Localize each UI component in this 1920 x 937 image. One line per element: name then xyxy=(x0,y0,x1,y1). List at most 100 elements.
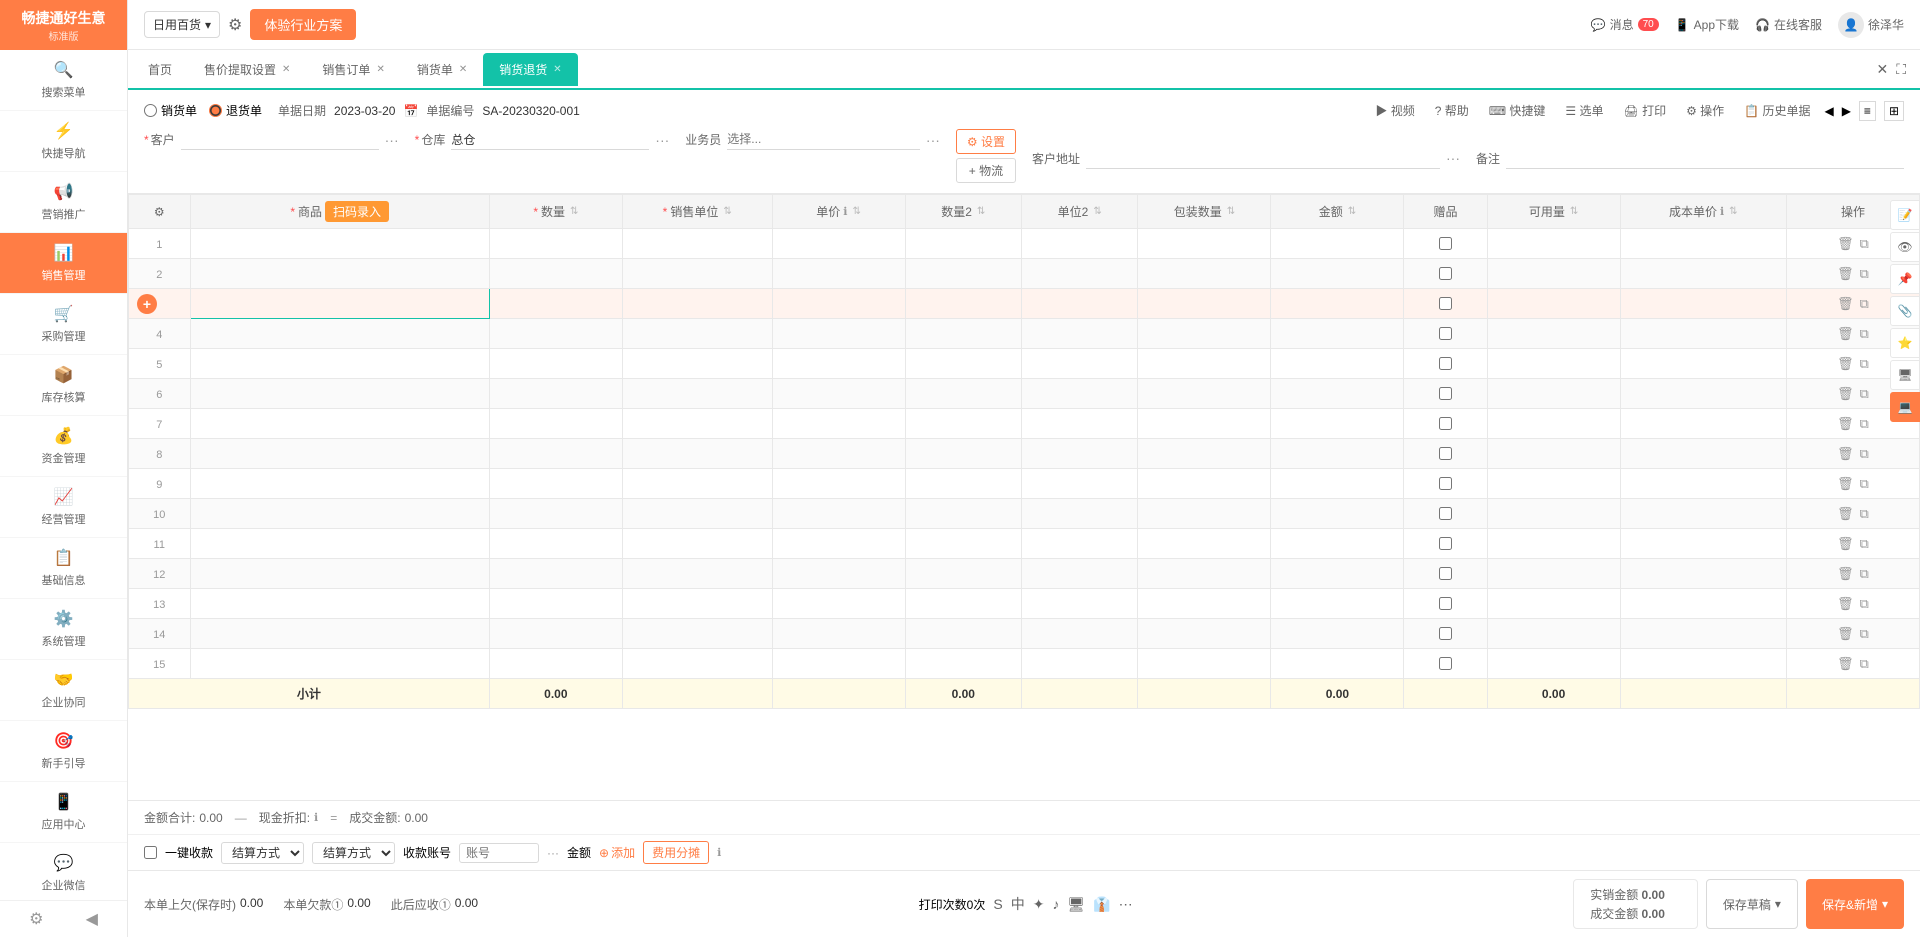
gift-cell-9[interactable] xyxy=(1404,469,1487,499)
copy-row-btn-5[interactable]: ⧉ xyxy=(1860,356,1869,372)
sidebar-item-cooperation[interactable]: 🤝企业协同 xyxy=(0,660,127,721)
unit-price-cell-14[interactable] xyxy=(772,619,905,649)
qty2-cell-5[interactable] xyxy=(905,349,1021,379)
delete-row-btn-14[interactable]: 🗑 xyxy=(1837,626,1854,642)
gift-cell-4[interactable] xyxy=(1404,319,1487,349)
amount-cell-11[interactable] xyxy=(1271,529,1404,559)
right-float-btn-rf6[interactable]: 🖥 xyxy=(1890,360,1920,390)
amount-cell-12[interactable] xyxy=(1271,559,1404,589)
fee-info-icon[interactable]: ℹ xyxy=(717,846,721,859)
amount-sort-icon[interactable]: ⇅ xyxy=(1348,206,1356,217)
package-qty-cell-4[interactable] xyxy=(1138,319,1271,349)
product-cell-5[interactable] xyxy=(190,349,489,379)
right-float-btn-rf4[interactable]: 📎 xyxy=(1890,296,1920,326)
available-cell-10[interactable] xyxy=(1487,499,1620,529)
available-sort-icon[interactable]: ⇅ xyxy=(1570,206,1578,217)
gift-cb-8[interactable] xyxy=(1439,447,1452,460)
qty-cell-6[interactable] xyxy=(489,379,622,409)
sidebar-item-quick-nav[interactable]: ⚡快捷导航 xyxy=(0,111,127,172)
cost-price-cell-4[interactable] xyxy=(1620,319,1786,349)
delete-row-btn-5[interactable]: 🗑 xyxy=(1837,356,1854,372)
available-cell-12[interactable] xyxy=(1487,559,1620,589)
radio-return[interactable]: 退货单 xyxy=(209,102,262,119)
delete-row-btn-12[interactable]: 🗑 xyxy=(1837,566,1854,582)
gift-cb-12[interactable] xyxy=(1439,567,1452,580)
package-qty-cell-3[interactable] xyxy=(1138,289,1271,319)
view-toggle-grid[interactable]: ⊞ xyxy=(1884,101,1904,121)
qty-cell-12[interactable] xyxy=(489,559,622,589)
help-btn[interactable]: ? 帮助 xyxy=(1429,100,1475,121)
qty-cell-9[interactable] xyxy=(489,469,622,499)
gift-cb-13[interactable] xyxy=(1439,597,1452,610)
sidebar-item-finance[interactable]: 💰资金管理 xyxy=(0,416,127,477)
available-cell-1[interactable] xyxy=(1487,229,1620,259)
cost-price-cell-9[interactable] xyxy=(1620,469,1786,499)
calc-method-select[interactable]: 结算方式 xyxy=(221,842,304,864)
product-cell-12[interactable] xyxy=(190,559,489,589)
sidebar-item-search[interactable]: 🔍搜索菜单 xyxy=(0,50,127,111)
product-cell-10[interactable] xyxy=(190,499,489,529)
sales-unit-cell-2[interactable] xyxy=(622,259,772,289)
gift-cb-1[interactable] xyxy=(1439,237,1452,250)
tab-sales-delivery[interactable]: 销货单✕ xyxy=(401,53,483,86)
product-cell-1[interactable] xyxy=(190,229,489,259)
view-toggle-list[interactable]: ≡ xyxy=(1859,101,1876,121)
toolbar-icon-7[interactable]: ⋯ xyxy=(1119,896,1133,913)
available-cell-14[interactable] xyxy=(1487,619,1620,649)
cost-price-cell-3[interactable] xyxy=(1620,289,1786,319)
app-download-btn[interactable]: 📱 App下载 xyxy=(1675,16,1739,33)
product-input-2[interactable] xyxy=(199,267,481,281)
user-profile[interactable]: 👤 徐泽华 xyxy=(1838,12,1904,38)
amount-cell-9[interactable] xyxy=(1271,469,1404,499)
radio-sales[interactable]: 销货单 xyxy=(144,102,197,119)
amount-cell-2[interactable] xyxy=(1271,259,1404,289)
price-sort-icon[interactable]: ⇅ xyxy=(852,206,860,217)
right-float-btn-rf5[interactable]: ⭐ xyxy=(1890,328,1920,358)
dropdown-arrow-icon[interactable]: ▾ xyxy=(1775,897,1781,911)
gift-cb-5[interactable] xyxy=(1439,357,1452,370)
sidebar-item-basic-info[interactable]: 📋基础信息 xyxy=(0,538,127,599)
copy-row-btn-3[interactable]: ⧉ xyxy=(1860,296,1869,312)
qty2-cell-7[interactable] xyxy=(905,409,1021,439)
copy-row-btn-8[interactable]: ⧉ xyxy=(1860,446,1869,462)
qty2-cell-4[interactable] xyxy=(905,319,1021,349)
package-qty-cell-11[interactable] xyxy=(1138,529,1271,559)
sales-unit-cell-14[interactable] xyxy=(622,619,772,649)
copy-row-btn-7[interactable]: ⧉ xyxy=(1860,416,1869,432)
package-qty-cell-5[interactable] xyxy=(1138,349,1271,379)
cost-price-cell-7[interactable] xyxy=(1620,409,1786,439)
delete-row-btn-13[interactable]: 🗑 xyxy=(1837,596,1854,612)
delete-row-btn-9[interactable]: 🗑 xyxy=(1837,476,1854,492)
scan-btn[interactable]: 扫码录入 xyxy=(325,201,389,222)
sales-unit-cell-9[interactable] xyxy=(622,469,772,499)
gift-cell-6[interactable] xyxy=(1404,379,1487,409)
product-input-6[interactable] xyxy=(199,387,481,401)
gift-cb-14[interactable] xyxy=(1439,627,1452,640)
qty2-cell-14[interactable] xyxy=(905,619,1021,649)
unit2-cell-2[interactable] xyxy=(1021,259,1137,289)
unit-price-cell-5[interactable] xyxy=(772,349,905,379)
toolbar-icon-4[interactable]: ♪ xyxy=(1052,896,1059,912)
qty-sort-icon[interactable]: ⇅ xyxy=(570,206,578,217)
unit2-cell-6[interactable] xyxy=(1021,379,1137,409)
tab-home[interactable]: 首页 xyxy=(132,53,188,86)
delete-row-btn-3[interactable]: 🗑 xyxy=(1837,296,1854,312)
product-cell-6[interactable] xyxy=(190,379,489,409)
package-qty-cell-14[interactable] xyxy=(1138,619,1271,649)
package-qty-cell-12[interactable] xyxy=(1138,559,1271,589)
account-input[interactable] xyxy=(459,843,539,863)
package-qty-cell-8[interactable] xyxy=(1138,439,1271,469)
copy-row-btn-2[interactable]: ⧉ xyxy=(1860,266,1869,282)
gift-cell-8[interactable] xyxy=(1404,439,1487,469)
qty2-cell-3[interactable] xyxy=(905,289,1021,319)
product-cell-11[interactable] xyxy=(190,529,489,559)
tab-price-setting[interactable]: 售价提取设置✕ xyxy=(188,53,306,86)
qty-cell-10[interactable] xyxy=(489,499,622,529)
qty-cell-13[interactable] xyxy=(489,589,622,619)
product-cell-8[interactable] xyxy=(190,439,489,469)
sidebar-item-operation[interactable]: 📈经营管理 xyxy=(0,477,127,538)
product-input-14[interactable] xyxy=(199,627,481,641)
product-cell-7[interactable] xyxy=(190,409,489,439)
trial-btn[interactable]: 体验行业方案 xyxy=(250,9,356,40)
print-btn[interactable]: 🖨 打印 xyxy=(1618,100,1673,121)
